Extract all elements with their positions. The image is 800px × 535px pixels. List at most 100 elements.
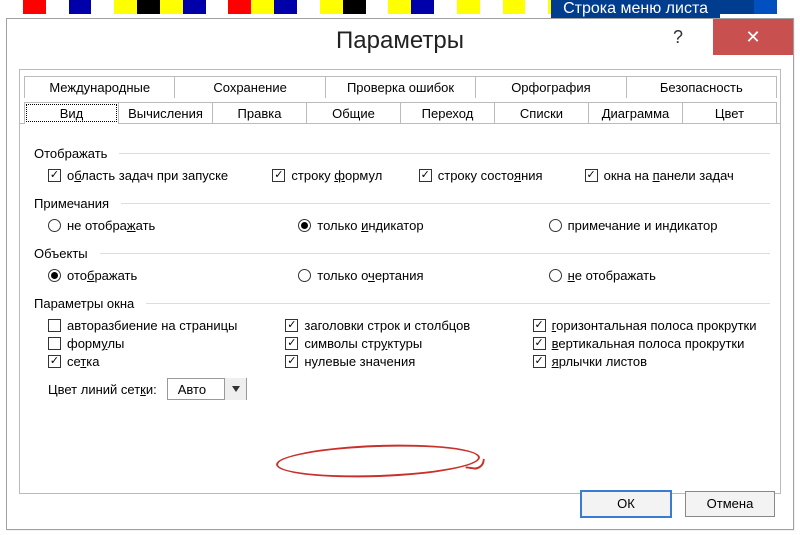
checkbox-option[interactable]: ярлычки листов: [533, 354, 770, 369]
option-label: строку формул: [291, 168, 382, 183]
checkbox[interactable]: [533, 319, 546, 332]
option-label: сетка: [67, 354, 99, 369]
tab-Вычисления[interactable]: Вычисления: [118, 102, 213, 124]
checkbox[interactable]: [419, 169, 432, 182]
gridcolor-row: Цвет линий сетки: Авто: [48, 378, 770, 400]
checkbox-option[interactable]: заголовки строк и столбцов: [285, 318, 532, 333]
window-col-2: заголовки строк и столбцов символы структ…: [285, 315, 532, 372]
divider: [121, 203, 770, 204]
checkbox-option[interactable]: строку формул: [272, 168, 418, 183]
radio-option[interactable]: примечание и индикатор: [549, 218, 770, 233]
radio[interactable]: [298, 269, 311, 282]
ok-button[interactable]: ОК: [581, 491, 671, 517]
tab-Вид[interactable]: Вид: [24, 102, 119, 124]
option-label: область задач при запуске: [67, 168, 228, 183]
divider: [100, 253, 770, 254]
tab-Орфография[interactable]: Орфография: [475, 76, 626, 98]
checkbox-option[interactable]: окна на панели задач: [585, 168, 770, 183]
option-label: ярлычки листов: [552, 354, 647, 369]
gridcolor-value: Авто: [168, 382, 224, 397]
tab-Международные[interactable]: Международные: [24, 76, 175, 98]
option-label: только очертания: [317, 268, 423, 283]
tab-Правка[interactable]: Правка: [212, 102, 307, 124]
tab-Переход[interactable]: Переход: [400, 102, 495, 124]
chevron-down-icon[interactable]: [224, 378, 246, 400]
checkbox-option[interactable]: символы структуры: [285, 336, 532, 351]
dialog-window: Параметры ? ✕ МеждународныеСохранениеПро…: [6, 18, 794, 530]
checkbox[interactable]: [285, 319, 298, 332]
checkbox[interactable]: [272, 169, 285, 182]
radio[interactable]: [298, 219, 311, 232]
checkbox[interactable]: [48, 319, 61, 332]
tab-content-view: Отображать область задач при запуске стро…: [20, 123, 780, 493]
checkbox[interactable]: [48, 169, 61, 182]
checkbox-option[interactable]: строку состояния: [419, 168, 585, 183]
radio-option[interactable]: отображать: [48, 268, 298, 283]
tab-Сохранение[interactable]: Сохранение: [174, 76, 325, 98]
dialog-footer: ОК Отмена: [581, 491, 775, 517]
close-button[interactable]: ✕: [713, 19, 793, 55]
tab-Проверка ошибок[interactable]: Проверка ошибок: [325, 76, 476, 98]
group-display-label: Отображать: [34, 146, 107, 161]
group-objects-label: Объекты: [34, 246, 88, 261]
checkbox[interactable]: [533, 355, 546, 368]
gridcolor-select[interactable]: Авто: [167, 378, 247, 400]
notes-row: не отображать только индикатор примечание …: [48, 215, 770, 236]
tab-Безопасность[interactable]: Безопасность: [626, 76, 777, 98]
cancel-button[interactable]: Отмена: [685, 491, 775, 517]
tab-Списки[interactable]: Списки: [494, 102, 589, 124]
checkbox-option[interactable]: нулевые значения: [285, 354, 532, 369]
option-label: окна на панели задач: [604, 168, 734, 183]
option-label: авторазбиение на страницы: [67, 318, 237, 333]
divider: [146, 303, 770, 304]
checkbox-option[interactable]: сетка: [48, 354, 285, 369]
group-window-label: Параметры окна: [34, 296, 134, 311]
divider: [119, 153, 770, 154]
gridcolor-label: Цвет линий сетки:: [48, 382, 157, 397]
option-label: заголовки строк и столбцов: [304, 318, 470, 333]
option-label: примечание и индикатор: [568, 218, 718, 233]
checkbox-option[interactable]: горизонтальная полоса прокрутки: [533, 318, 770, 333]
group-notes-label: Примечания: [34, 196, 109, 211]
tab-Диаграмма[interactable]: Диаграмма: [588, 102, 683, 124]
checkbox-option[interactable]: вертикальная полоса прокрутки: [533, 336, 770, 351]
tab-Общие[interactable]: Общие: [306, 102, 401, 124]
option-label: символы структуры: [304, 336, 422, 351]
tab-Цвет[interactable]: Цвет: [682, 102, 777, 124]
annotation-circle: [276, 441, 481, 480]
radio-option[interactable]: только очертания: [298, 268, 548, 283]
radio-option[interactable]: только индикатор: [298, 218, 548, 233]
display-row: область задач при запуске строку формул ст…: [48, 165, 770, 186]
radio[interactable]: [549, 219, 562, 232]
radio[interactable]: [549, 269, 562, 282]
checkbox[interactable]: [48, 355, 61, 368]
option-label: только индикатор: [317, 218, 423, 233]
radio[interactable]: [48, 269, 61, 282]
objects-row: отображать только очертания не отображать: [48, 265, 770, 286]
checkbox[interactable]: [533, 337, 546, 350]
checkbox[interactable]: [285, 355, 298, 368]
option-label: нулевые значения: [304, 354, 415, 369]
checkbox[interactable]: [585, 169, 598, 182]
option-label: отображать: [67, 268, 137, 283]
tab-container: МеждународныеСохранениеПроверка ошибокОр…: [19, 69, 781, 494]
radio-option[interactable]: не отображать: [48, 218, 298, 233]
help-button[interactable]: ?: [653, 19, 703, 55]
radio[interactable]: [48, 219, 61, 232]
titlebar: Параметры ? ✕: [7, 19, 793, 63]
tab-row-1: МеждународныеСохранениеПроверка ошибокОр…: [20, 76, 780, 98]
option-label: формулы: [67, 336, 124, 351]
checkbox-option[interactable]: область задач при запуске: [48, 168, 272, 183]
radio-option[interactable]: не отображать: [549, 268, 770, 283]
tab-row-2: ВидВычисленияПравкаОбщиеПереходСпискиДиа…: [20, 102, 780, 124]
banner-text: Строка меню листа: [551, 0, 720, 20]
option-label: не отображать: [568, 268, 656, 283]
checkbox[interactable]: [285, 337, 298, 350]
option-label: горизонтальная полоса прокрутки: [552, 318, 757, 333]
checkbox-option[interactable]: авторазбиение на страницы: [48, 318, 285, 333]
checkbox-option[interactable]: формулы: [48, 336, 285, 351]
option-label: не отображать: [67, 218, 155, 233]
checkbox[interactable]: [48, 337, 61, 350]
option-label: вертикальная полоса прокрутки: [552, 336, 745, 351]
window-col-3: горизонтальная полоса прокрутки вертикаль…: [533, 315, 770, 372]
